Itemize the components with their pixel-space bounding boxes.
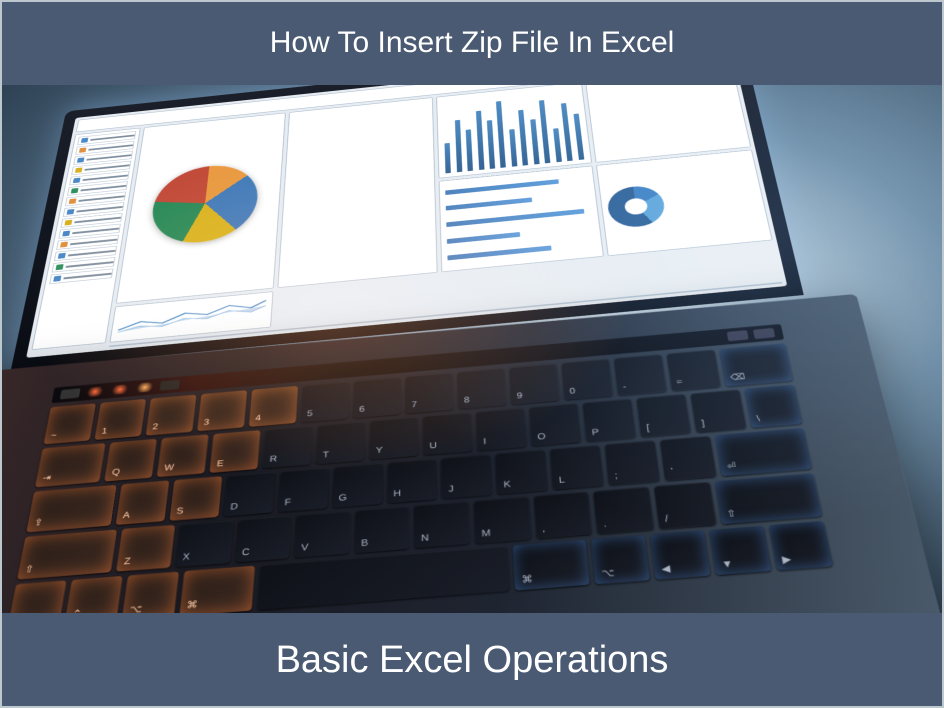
- hbar-chart-panel: [439, 166, 604, 273]
- hero-image: ~123 4567 890- =⌫ ⇥QWE RTYU IOP[ ]\ ⇪ASD…: [0, 85, 944, 613]
- footer-caption: Basic Excel Operations: [276, 639, 669, 682]
- pie-chart-panel: [116, 113, 286, 304]
- page-title: How To Insert Zip File In Excel: [270, 26, 675, 60]
- header-banner: How To Insert Zip File In Excel: [0, 0, 944, 85]
- footer-banner: Basic Excel Operations: [0, 613, 944, 708]
- bar-chart-panel: [436, 85, 592, 179]
- laptop-illustration: ~123 4567 890- =⌫ ⇥QWE RTYU IOP[ ]\ ⇪ASD…: [0, 107, 944, 613]
- keyboard: ~123 4567 890- =⌫ ⇥QWE RTYU IOP[ ]\ ⇪ASD…: [7, 324, 832, 613]
- data-table-panel-2: [277, 97, 437, 288]
- donut-chart-panel: [596, 150, 773, 257]
